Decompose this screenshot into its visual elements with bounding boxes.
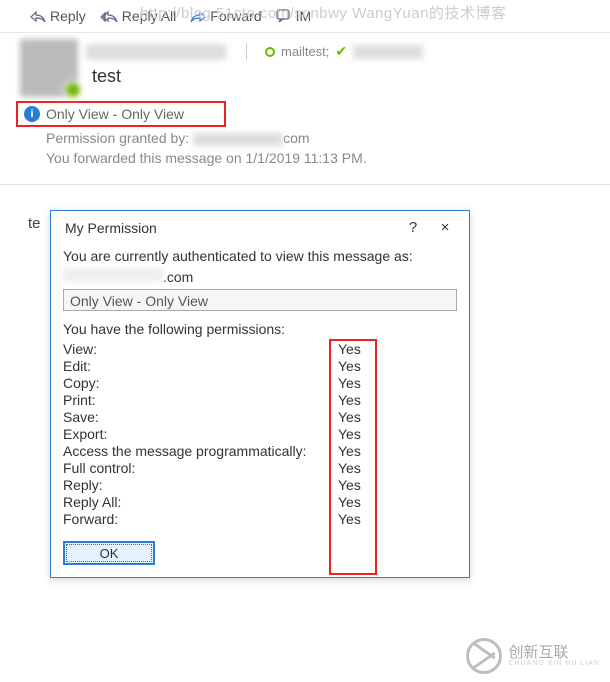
perm-value: Yes [338, 358, 398, 374]
forwarded-line: You forwarded this message on 1/1/2019 1… [46, 149, 610, 169]
ok-button[interactable]: OK [63, 541, 155, 565]
perm-label: Copy: [63, 375, 338, 391]
logo-text: 创新互联 [508, 645, 600, 660]
dialog-close-button[interactable]: × [429, 219, 461, 236]
perm-value: Yes [338, 443, 398, 459]
recipient-blurred [353, 45, 423, 59]
permissions-heading: You have the following permissions: [63, 321, 457, 337]
perm-label: Edit: [63, 358, 338, 374]
perm-value: Yes [338, 511, 398, 527]
status-check-icon: ✔ [335, 43, 347, 60]
message-header: mailtest; ✔ test [0, 33, 610, 97]
perm-label: Reply All: [63, 494, 338, 510]
permission-readonly-field: Only View - Only View [63, 289, 457, 311]
perm-value: Yes [338, 392, 398, 408]
perm-value: Yes [338, 375, 398, 391]
presence-icon [265, 47, 275, 57]
perm-value: Yes [338, 426, 398, 442]
permissions-table: View:Yes Edit:Yes Copy:Yes Print:Yes Sav… [63, 341, 457, 527]
perm-label: Export: [63, 426, 338, 442]
perm-value: Yes [338, 409, 398, 425]
perm-value: Yes [338, 494, 398, 510]
subject: test [92, 66, 590, 87]
perm-label: Full control: [63, 460, 338, 476]
reply-button[interactable]: Reply [30, 8, 86, 24]
dialog-titlebar: My Permission ? × [51, 211, 469, 244]
user-line: .com [63, 268, 457, 285]
perm-label: Print: [63, 392, 338, 408]
reply-icon [30, 9, 46, 23]
avatar [20, 39, 78, 97]
perm-label: Forward: [63, 511, 338, 527]
perm-label: View: [63, 341, 338, 357]
permission-banner-text: Only View - Only View [46, 106, 184, 122]
sender-name [86, 44, 226, 60]
perm-value: Yes [338, 477, 398, 493]
watermark-text: http://blog.51cto.com/scnbwy WangYuan的技术… [140, 2, 506, 23]
dialog-help-button[interactable]: ? [397, 219, 429, 236]
permission-dialog: My Permission ? × You are currently auth… [50, 210, 470, 578]
reply-label: Reply [50, 8, 86, 24]
auth-line: You are currently authenticated to view … [63, 248, 457, 264]
perm-label: Save: [63, 409, 338, 425]
reply-all-icon [100, 9, 118, 23]
message-meta: Permission granted by: com You forwarded… [0, 127, 610, 172]
watermark-logo: 创新互联 CHUANG XIN HU LIAN [466, 638, 600, 674]
info-icon: i [24, 106, 40, 122]
dialog-title: My Permission [65, 220, 397, 236]
permission-granted-line: Permission granted by: com [46, 129, 610, 149]
perm-label: Access the message programmatically: [63, 443, 338, 459]
recipients: mailtest; ✔ [246, 43, 423, 60]
permission-banner: i Only View - Only View [16, 101, 226, 127]
logo-icon [466, 638, 502, 674]
perm-value: Yes [338, 460, 398, 476]
logo-subtext: CHUANG XIN HU LIAN [508, 660, 600, 667]
recipient-label: mailtest; [281, 44, 329, 59]
perm-value: Yes [338, 341, 398, 357]
perm-label: Reply: [63, 477, 338, 493]
